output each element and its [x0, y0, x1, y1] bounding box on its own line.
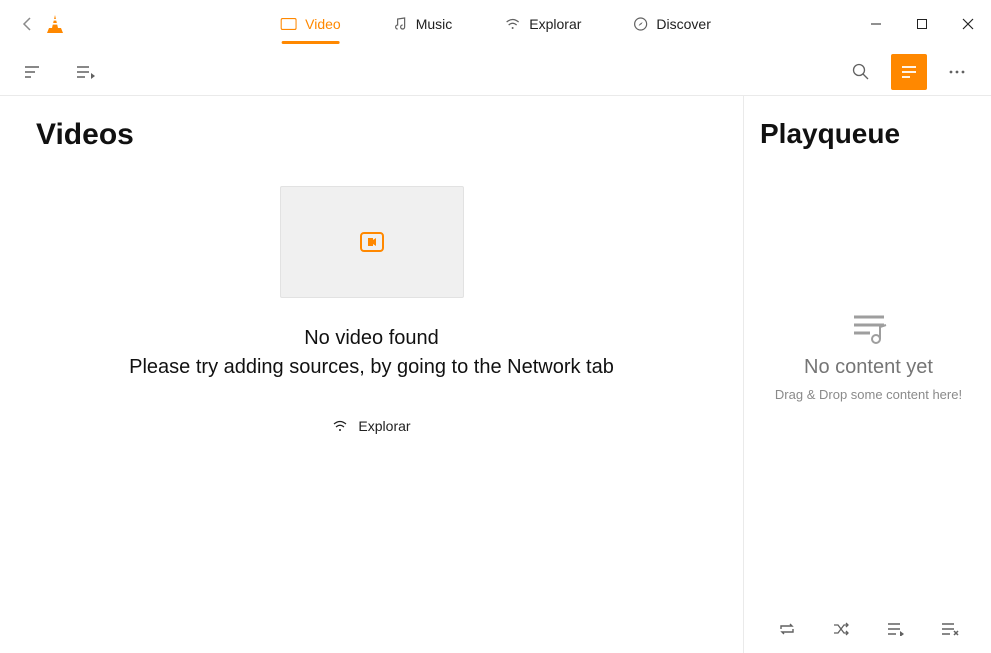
tab-video-label: Video	[305, 16, 341, 32]
playqueue-empty-state: No content yet Drag & Drop some content …	[760, 110, 977, 605]
more-button[interactable]	[941, 56, 973, 88]
queue-clear-icon	[941, 622, 959, 636]
tab-video[interactable]: Video	[254, 0, 367, 48]
close-button[interactable]	[945, 0, 991, 48]
nav-tabs: Video Music Explorar Discover	[254, 0, 737, 48]
shuffle-icon	[832, 622, 850, 636]
empty-state: No video found Please try adding sources…	[36, 186, 707, 434]
wifi-icon	[504, 18, 520, 30]
tab-explorar[interactable]: Explorar	[478, 0, 607, 48]
music-icon	[393, 17, 407, 31]
section-title: Videos	[36, 118, 707, 152]
loop-icon	[778, 622, 796, 636]
main-panel: Videos No video found Please try adding …	[0, 96, 743, 653]
titlebar-left	[0, 14, 64, 34]
content: Videos No video found Please try adding …	[0, 96, 991, 653]
explorar-link-label: Explorar	[358, 418, 410, 434]
empty-subheading: Please try adding sources, by going to t…	[129, 353, 614, 382]
search-button[interactable]	[845, 56, 877, 88]
search-icon	[852, 63, 870, 81]
queue-icon	[900, 65, 918, 79]
empty-heading: No video found	[304, 324, 439, 353]
sort-button[interactable]	[18, 56, 50, 88]
window-controls	[853, 0, 991, 48]
tab-discover[interactable]: Discover	[607, 0, 736, 48]
minimize-button[interactable]	[853, 0, 899, 48]
vlc-cone-icon	[46, 14, 64, 34]
camera-icon	[360, 232, 384, 252]
playqueue-controls	[760, 605, 977, 653]
shuffle-button[interactable]	[825, 613, 857, 645]
titlebar: Video Music Explorar Discover	[0, 0, 991, 48]
toolbar-left	[18, 56, 102, 88]
clear-queue-button[interactable]	[934, 613, 966, 645]
tab-discover-label: Discover	[656, 16, 710, 32]
video-icon	[280, 18, 296, 30]
tab-music-label: Music	[416, 16, 453, 32]
queue-add-icon	[887, 622, 905, 636]
add-to-queue-button[interactable]	[880, 613, 912, 645]
playqueue-panel: Playqueue No content yet Drag & Drop som…	[743, 96, 991, 653]
tab-music[interactable]: Music	[367, 0, 479, 48]
queue-empty-icon	[850, 313, 888, 348]
playqueue-toggle-button[interactable]	[891, 54, 927, 90]
compass-icon	[633, 17, 647, 31]
playqueue-empty-sub: Drag & Drop some content here!	[775, 387, 962, 402]
toolbar	[0, 48, 991, 96]
playlist-button[interactable]	[70, 56, 102, 88]
wifi-icon	[332, 420, 348, 432]
toolbar-right	[845, 54, 973, 90]
explorar-link[interactable]: Explorar	[332, 418, 410, 434]
back-button[interactable]	[20, 16, 36, 32]
loop-button[interactable]	[771, 613, 803, 645]
dots-icon	[948, 70, 966, 74]
maximize-button[interactable]	[899, 0, 945, 48]
empty-thumbnail	[280, 186, 464, 298]
tab-explorar-label: Explorar	[529, 16, 581, 32]
playqueue-empty-heading: No content yet	[804, 356, 933, 379]
